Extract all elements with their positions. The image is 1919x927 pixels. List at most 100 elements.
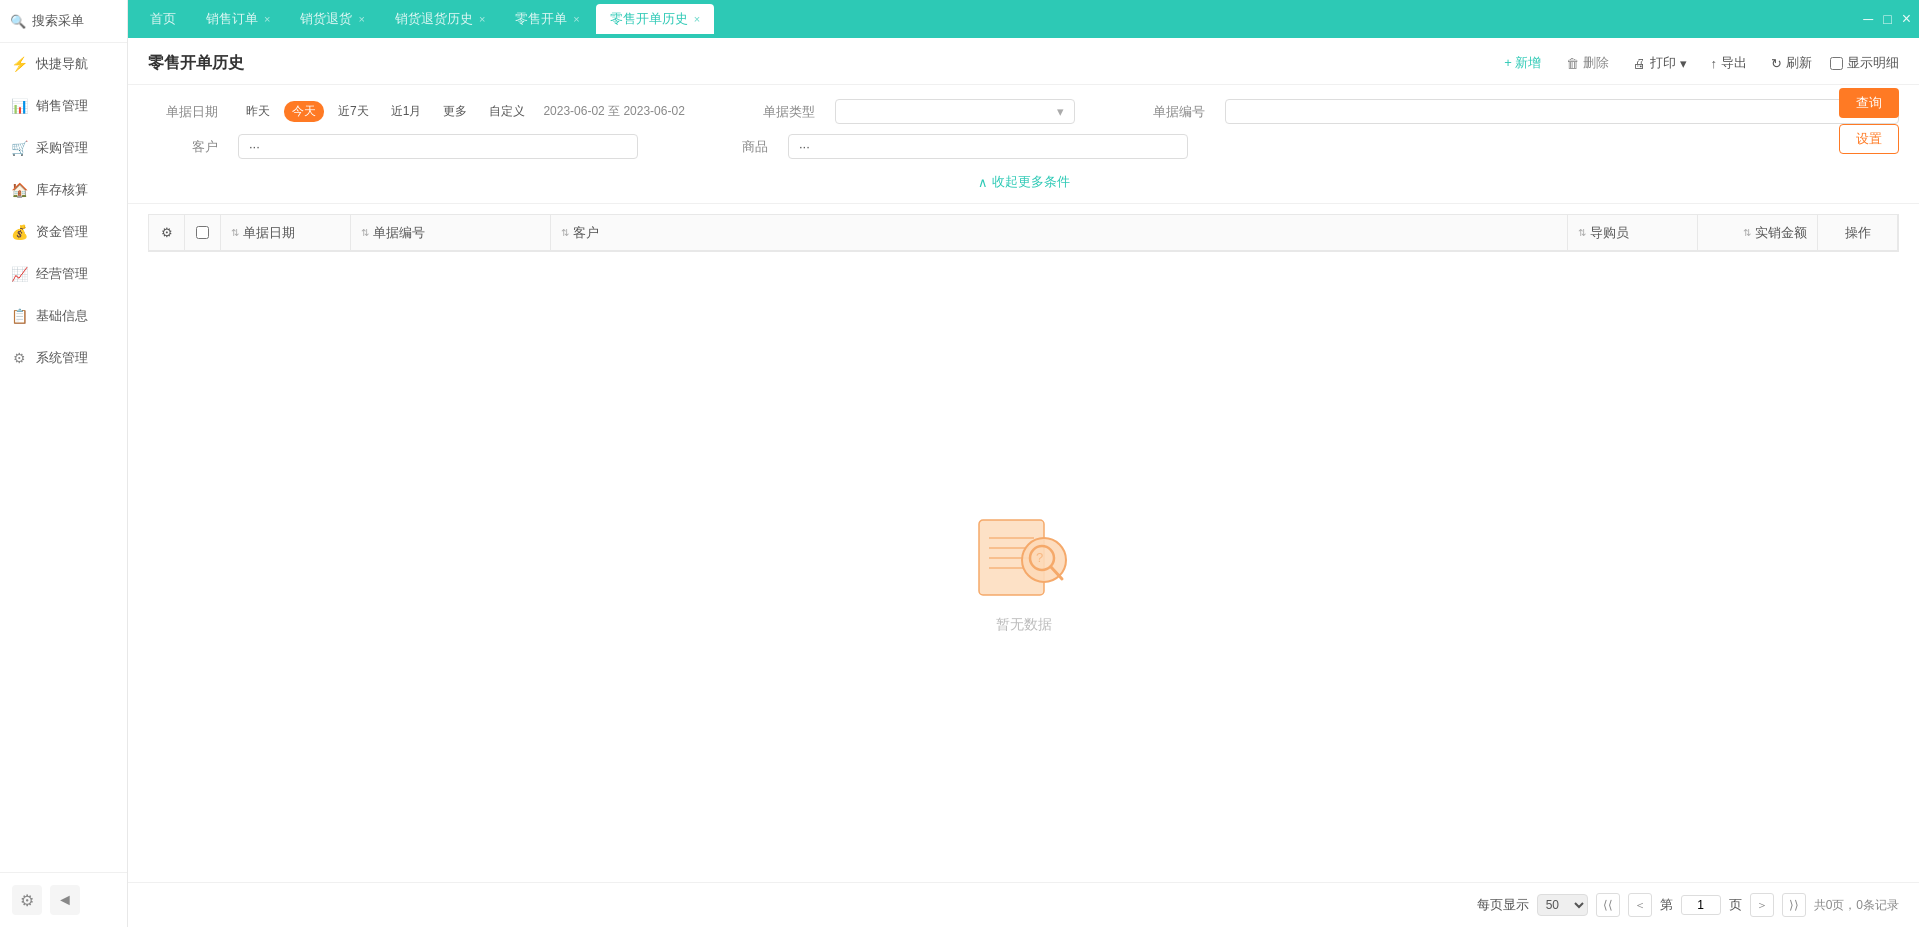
date-today-btn[interactable]: 今天	[284, 101, 324, 122]
page-size-select[interactable]: 50 10 20 100	[1537, 894, 1588, 916]
show-detail-checkbox[interactable]: 显示明细	[1830, 54, 1899, 72]
sidebar-item-quick-nav[interactable]: ⚡ 快捷导航	[0, 43, 127, 85]
tab-sales-return-history[interactable]: 销货退货历史 ×	[381, 4, 499, 34]
date-7days-btn[interactable]: 近7天	[330, 101, 377, 122]
sidebar-item-label: 资金管理	[36, 223, 88, 241]
empty-illustration: ?	[964, 500, 1084, 600]
sidebar: 🔍 搜索采单 ⚡ 快捷导航 📊 销售管理 🛒 采购管理 🏠 库存核算 💰 资金管…	[0, 0, 128, 927]
sidebar-item-inventory[interactable]: 🏠 库存核算	[0, 169, 127, 211]
tab-retail-open-label: 零售开单	[515, 10, 567, 28]
empty-state: ? 暂无数据	[148, 252, 1899, 882]
sidebar-item-label: 快捷导航	[36, 55, 88, 73]
print-arrow-icon: ▾	[1680, 56, 1687, 71]
th-settings[interactable]: ⚙	[149, 215, 185, 250]
page-title: 零售开单历史	[148, 53, 244, 74]
sidebar-item-sales-mgmt[interactable]: 📊 销售管理	[0, 85, 127, 127]
prev-page-btn[interactable]: ＜	[1628, 893, 1652, 917]
filter-area: 单据日期 昨天 今天 近7天 近1月 更多 自定义 2023-06-02 至 2…	[128, 85, 1919, 204]
sidebar-item-finance[interactable]: 💰 资金管理	[0, 211, 127, 253]
page-unit: 页	[1729, 896, 1742, 914]
type-filter-arrow: ▾	[1057, 104, 1064, 119]
last-page-btn[interactable]: ⟩⟩	[1782, 893, 1806, 917]
th-amount-label: 实销金额	[1755, 224, 1807, 242]
window-close-btn[interactable]: ×	[1902, 10, 1911, 28]
filter-row-2: 客户 ··· 商品 ···	[148, 134, 1899, 159]
client-filter-label: 客户	[148, 138, 218, 156]
type-filter-select[interactable]: ▾	[835, 99, 1075, 124]
goods-filter-select[interactable]: ···	[788, 134, 1188, 159]
toolbar: + 新增 🗑 删除 🖨 打印 ▾ ↑ 导出 ↻ 刷新	[1498, 50, 1899, 76]
sidebar-settings-btn[interactable]: ⚙	[12, 885, 42, 915]
settings-button[interactable]: 设置	[1839, 124, 1899, 154]
filter-collapse-btn[interactable]: ∧ 收起更多条件	[148, 169, 1899, 195]
pagination: 每页显示 50 10 20 100 ⟨⟨ ＜ 第 页 ＞ ⟩⟩ 共0页，0条记录	[128, 882, 1919, 927]
export-button[interactable]: ↑ 导出	[1705, 50, 1754, 76]
th-action-label: 操作	[1845, 224, 1871, 242]
sidebar-item-operation[interactable]: 📈 经营管理	[0, 253, 127, 295]
tab-retail-open-history-close[interactable]: ×	[694, 14, 700, 25]
date-month-btn[interactable]: 近1月	[383, 101, 430, 122]
tab-retail-open-close[interactable]: ×	[573, 14, 579, 25]
tab-sales-return[interactable]: 销货退货 ×	[286, 4, 378, 34]
th-guide-sort-icon[interactable]: ⇅	[1578, 227, 1586, 238]
page-number-input[interactable]	[1681, 895, 1721, 915]
page-label: 第	[1660, 896, 1673, 914]
sidebar-item-label: 经营管理	[36, 265, 88, 283]
tab-home[interactable]: 首页	[136, 4, 190, 34]
add-label: + 新增	[1504, 54, 1541, 72]
tab-retail-open-history[interactable]: 零售开单历史 ×	[596, 4, 714, 34]
main: 首页 销售订单 × 销货退货 × 销货退货历史 × 零售开单 × 零售开单历史 …	[128, 0, 1919, 927]
tab-sales-order-label: 销售订单	[206, 10, 258, 28]
sidebar-bottom: ⚙ ◄	[0, 872, 127, 927]
add-button[interactable]: + 新增	[1498, 50, 1547, 76]
goods-filter-dots: ···	[799, 139, 810, 154]
date-more-btn[interactable]: 更多	[435, 101, 475, 122]
date-yesterday-btn[interactable]: 昨天	[238, 101, 278, 122]
th-amount-sort-icon[interactable]: ⇅	[1743, 227, 1751, 238]
tabbar-window-controls: ─ □ ×	[1863, 10, 1911, 28]
tab-sales-order[interactable]: 销售订单 ×	[192, 4, 284, 34]
sidebar-search-label: 搜索采单	[32, 12, 84, 30]
th-guide-label: 导购员	[1590, 224, 1629, 242]
sidebar-collapse-btn[interactable]: ◄	[50, 885, 80, 915]
date-custom-btn[interactable]: 自定义	[481, 101, 533, 122]
print-label: 打印	[1650, 54, 1676, 72]
select-all-checkbox[interactable]	[196, 226, 209, 239]
refresh-button[interactable]: ↻ 刷新	[1765, 50, 1818, 76]
tab-retail-open-history-label: 零售开单历史	[610, 10, 688, 28]
delete-icon: 🗑	[1566, 56, 1579, 71]
th-checkbox[interactable]	[185, 215, 221, 250]
type-filter-label: 单据类型	[745, 103, 815, 121]
sidebar-item-basic-info[interactable]: 📋 基础信息	[0, 295, 127, 337]
first-page-btn[interactable]: ⟨⟨	[1596, 893, 1620, 917]
sidebar-item-sys-mgmt[interactable]: ⚙ 系统管理	[0, 337, 127, 379]
print-button[interactable]: 🖨 打印 ▾	[1627, 50, 1693, 76]
query-button[interactable]: 查询	[1839, 88, 1899, 118]
window-min-btn[interactable]: ─	[1863, 11, 1873, 27]
window-max-btn[interactable]: □	[1883, 11, 1891, 27]
tab-sales-return-close[interactable]: ×	[358, 14, 364, 25]
th-num-label: 单据编号	[373, 224, 425, 242]
th-action: 操作	[1818, 215, 1898, 250]
delete-button[interactable]: 🗑 删除	[1560, 50, 1615, 76]
next-page-btn[interactable]: ＞	[1750, 893, 1774, 917]
client-filter-select[interactable]: ···	[238, 134, 638, 159]
num-filter-input[interactable]	[1225, 99, 1899, 124]
tab-retail-open[interactable]: 零售开单 ×	[501, 4, 593, 34]
sidebar-item-label: 库存核算	[36, 181, 88, 199]
tab-sales-order-close[interactable]: ×	[264, 14, 270, 25]
total-info: 共0页，0条记录	[1814, 897, 1899, 914]
th-sort-icon[interactable]: ⇅	[231, 227, 239, 238]
tab-sales-return-history-close[interactable]: ×	[479, 14, 485, 25]
export-label: 导出	[1721, 54, 1747, 72]
sidebar-item-label: 系统管理	[36, 349, 88, 367]
sidebar-item-label: 基础信息	[36, 307, 88, 325]
th-client-sort-icon[interactable]: ⇅	[561, 227, 569, 238]
th-num-sort-icon[interactable]: ⇅	[361, 227, 369, 238]
th-date-label: 单据日期	[243, 224, 295, 242]
th-client: ⇅ 客户	[551, 215, 1568, 250]
show-detail-input[interactable]	[1830, 57, 1843, 70]
sidebar-search[interactable]: 🔍 搜索采单	[0, 0, 127, 43]
sidebar-item-purchase-mgmt[interactable]: 🛒 采购管理	[0, 127, 127, 169]
sidebar-item-label: 销售管理	[36, 97, 88, 115]
